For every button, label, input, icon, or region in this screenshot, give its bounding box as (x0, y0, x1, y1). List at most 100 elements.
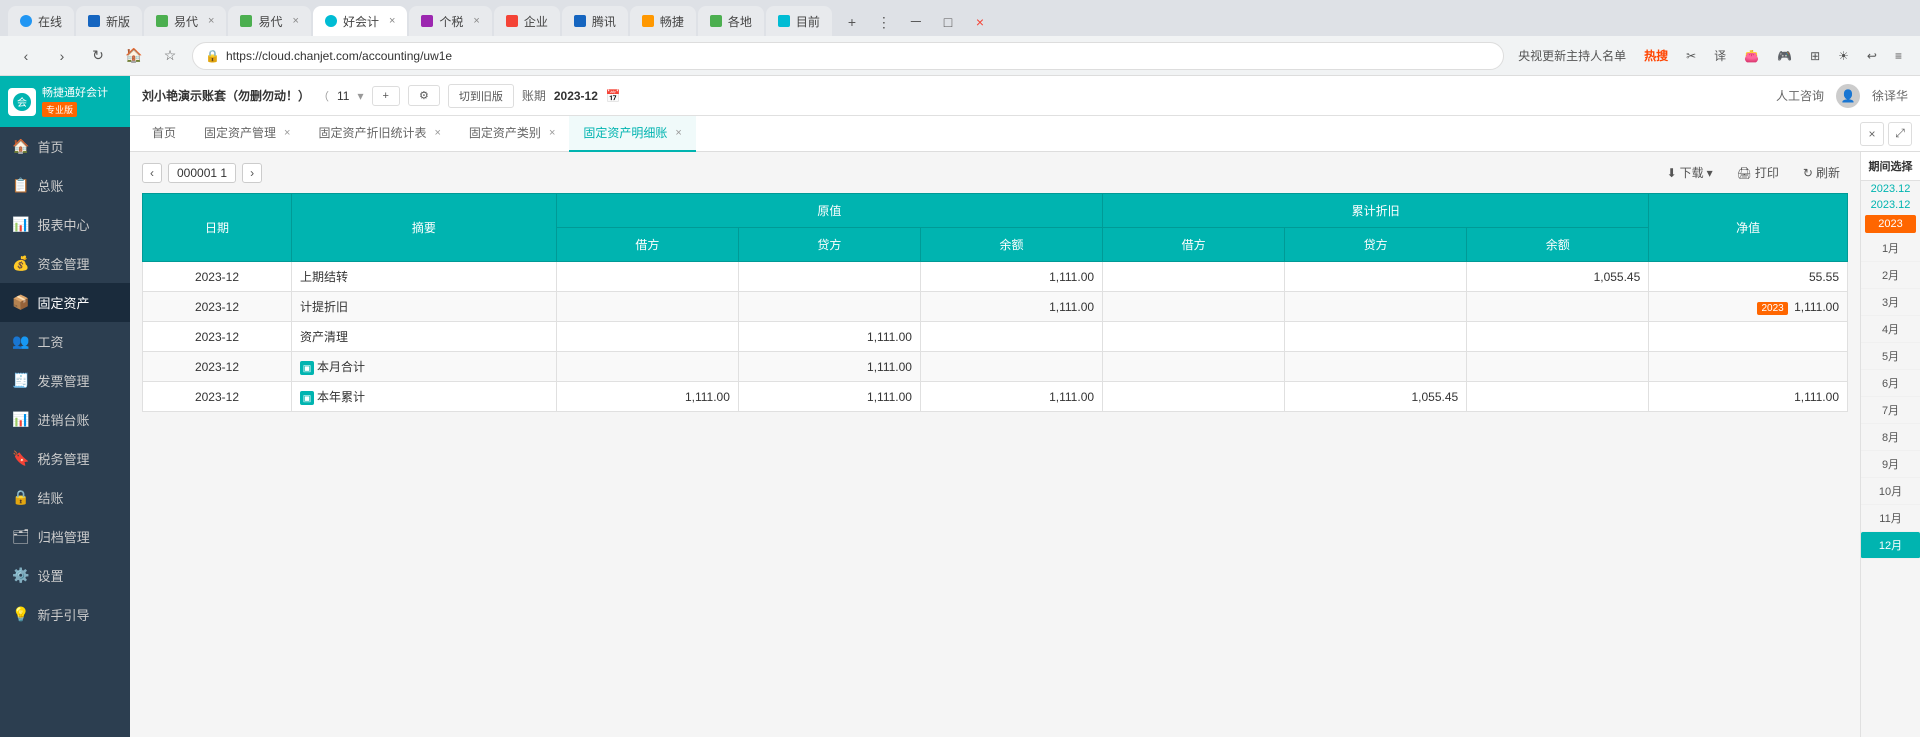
user-avatar[interactable]: 👤 (1836, 84, 1860, 108)
th-acc-debit: 借方 (1103, 228, 1285, 262)
maximize-button[interactable]: □ (934, 8, 962, 36)
tab-new[interactable]: 新版 (76, 6, 142, 36)
cell-acc-credit (1285, 352, 1467, 382)
th-date: 日期 (143, 194, 292, 262)
sidebar-item-archive[interactable]: 🗂 归档管理 (0, 517, 130, 556)
reload-button[interactable]: ↻ (84, 42, 112, 70)
th-orig-balance: 余额 (920, 228, 1102, 262)
sidebar-item-fixed-assets[interactable]: 📦 固定资产 (0, 283, 130, 322)
sidebar-item-invoice[interactable]: 🧾 发票管理 (0, 361, 130, 400)
search-hint[interactable]: 央视更新主持人名单 (1512, 45, 1632, 66)
sidebar-item-closing[interactable]: 🔒 结账 (0, 478, 130, 517)
tab-depreciation-stat[interactable]: 固定资产折旧统计表 × (304, 116, 454, 152)
close-asset-category-tab[interactable]: × (549, 127, 555, 139)
sidebar-item-settings[interactable]: ⚙️ 设置 (0, 556, 130, 595)
home-button[interactable]: 🏠 (120, 42, 148, 70)
period-month-7[interactable]: 7月 (1861, 397, 1920, 424)
forward-button[interactable]: › (48, 42, 76, 70)
undo-icon[interactable]: ↩ (1861, 47, 1883, 65)
sidebar-item-tax[interactable]: 🔖 税务管理 (0, 439, 130, 478)
close-fixed-mgmt-tab[interactable]: × (284, 127, 290, 139)
back-button[interactable]: ‹ (12, 42, 40, 70)
menu-icon[interactable]: ≡ (1889, 47, 1908, 65)
switch-version-button[interactable]: 切到旧版 (448, 84, 514, 108)
close-tab-button[interactable]: × (1860, 122, 1884, 146)
user-name[interactable]: 徐译华 (1872, 87, 1908, 104)
cell-acc-credit (1285, 262, 1467, 292)
refresh-button[interactable]: ↻ 刷新 (1795, 160, 1848, 185)
tab-menu-button[interactable]: ⋮ (870, 8, 898, 36)
tab-home[interactable]: 首页 (138, 116, 190, 152)
period-month-6[interactable]: 6月 (1861, 370, 1920, 397)
tab-asset-category[interactable]: 固定资产类别 × (455, 116, 569, 152)
hot-label[interactable]: 热搜 (1638, 45, 1674, 66)
sun-icon[interactable]: ☀ (1832, 47, 1855, 65)
minimize-button[interactable]: － (902, 8, 930, 36)
sidebar-label-home: 首页 (37, 137, 63, 156)
translate-icon[interactable]: 译 (1708, 45, 1732, 66)
cell-orig-balance (920, 352, 1102, 382)
table-row: 2023-12 ▣本年累计 1,111.00 1,111.00 1,111.00… (143, 382, 1848, 412)
company-hint: （ (318, 88, 329, 104)
period-year-button[interactable]: 2023 (1865, 215, 1916, 233)
close-window-button[interactable]: × (966, 8, 994, 36)
main-content: 刘小艳演示账套（勿删勿动！） （ 11 ▾ + ⚙ 切到旧版 账期 2023-1… (130, 76, 1920, 737)
tab-mumu[interactable]: 目前 (766, 6, 832, 36)
tab-tencent[interactable]: 腾讯 (562, 6, 628, 36)
cell-orig-debit (556, 352, 738, 382)
new-tab-button[interactable]: + (838, 8, 866, 36)
close-depreciation-stat-tab[interactable]: × (434, 127, 440, 139)
sidebar-item-funds[interactable]: 💰 资金管理 (0, 244, 130, 283)
tab-asset-detail[interactable]: 固定资产明细账 × (569, 116, 695, 152)
period-month-10[interactable]: 10月 (1861, 478, 1920, 505)
sidebar-item-payroll[interactable]: 👥 工资 (0, 322, 130, 361)
period-month-3[interactable]: 3月 (1861, 289, 1920, 316)
next-page-button[interactable]: › (242, 163, 262, 183)
add-account-button[interactable]: + (372, 86, 400, 106)
settings-header-button[interactable]: ⚙ (408, 85, 440, 106)
address-bar[interactable]: 🔒 https://cloud.chanjet.com/accounting/u… (192, 42, 1504, 70)
tab-haokuaiji[interactable]: 好会计 × (313, 6, 407, 36)
th-summary: 摘要 (291, 194, 556, 262)
period-month-5[interactable]: 5月 (1861, 343, 1920, 370)
cell-summary: 计提折旧 (291, 292, 556, 322)
tab-changjie[interactable]: 畅捷 (630, 6, 696, 36)
period-month-1[interactable]: 1月 (1861, 235, 1920, 262)
tab-fixed-mgmt[interactable]: 固定资产管理 × (190, 116, 304, 152)
cell-acc-credit (1285, 322, 1467, 352)
dropdown-icon[interactable]: ▾ (357, 89, 363, 103)
tab-online[interactable]: 在线 (8, 6, 74, 36)
game-icon[interactable]: 🎮 (1771, 47, 1798, 65)
period-month-9[interactable]: 9月 (1861, 451, 1920, 478)
sidebar-item-ledger[interactable]: 📋 总账 (0, 166, 130, 205)
service-label[interactable]: 人工咨询 (1776, 87, 1824, 104)
tab-yidai1[interactable]: 易代 × (144, 6, 226, 36)
table-row: 2023-12 资产清理 1,111.00 (143, 322, 1848, 352)
print-button[interactable]: 🖨 打印 (1729, 160, 1787, 185)
sidebar-item-inventory[interactable]: 📊 进销台账 (0, 400, 130, 439)
period-month-12[interactable]: 12月 (1861, 532, 1920, 559)
tab-geshui[interactable]: 个税 × (409, 6, 491, 36)
tab-yidai2[interactable]: 易代 × (228, 6, 310, 36)
period-month-11[interactable]: 11月 (1861, 505, 1920, 532)
sidebar-item-home[interactable]: 🏠 首页 (0, 127, 130, 166)
calendar-icon[interactable]: 📅 (606, 89, 621, 103)
sidebar-item-guide[interactable]: 💡 新手引导 (0, 595, 130, 634)
scissors-icon[interactable]: ✂ (1680, 47, 1702, 65)
period-month-8[interactable]: 8月 (1861, 424, 1920, 451)
period-value: 2023-12 (554, 89, 598, 103)
tab-gedi[interactable]: 各地 (698, 6, 764, 36)
bookmark-button[interactable]: ☆ (156, 42, 184, 70)
prev-page-button[interactable]: ‹ (142, 163, 162, 183)
close-asset-detail-tab[interactable]: × (675, 127, 681, 139)
sidebar-item-reports[interactable]: 📊 报表中心 (0, 205, 130, 244)
period-month-2[interactable]: 2月 (1861, 262, 1920, 289)
period-month-4[interactable]: 4月 (1861, 316, 1920, 343)
tab-enterprise[interactable]: 企业 (494, 6, 560, 36)
download-button[interactable]: ⬇ 下载 ▾ (1659, 160, 1721, 185)
wallet-icon[interactable]: 👛 (1738, 47, 1765, 65)
grid-icon[interactable]: ⊞ (1804, 47, 1826, 65)
sidebar-label-reports: 报表中心 (37, 215, 89, 234)
maximize-tab-button[interactable]: ⤢ (1888, 122, 1912, 146)
sidebar-label-invoice: 发票管理 (37, 371, 89, 390)
